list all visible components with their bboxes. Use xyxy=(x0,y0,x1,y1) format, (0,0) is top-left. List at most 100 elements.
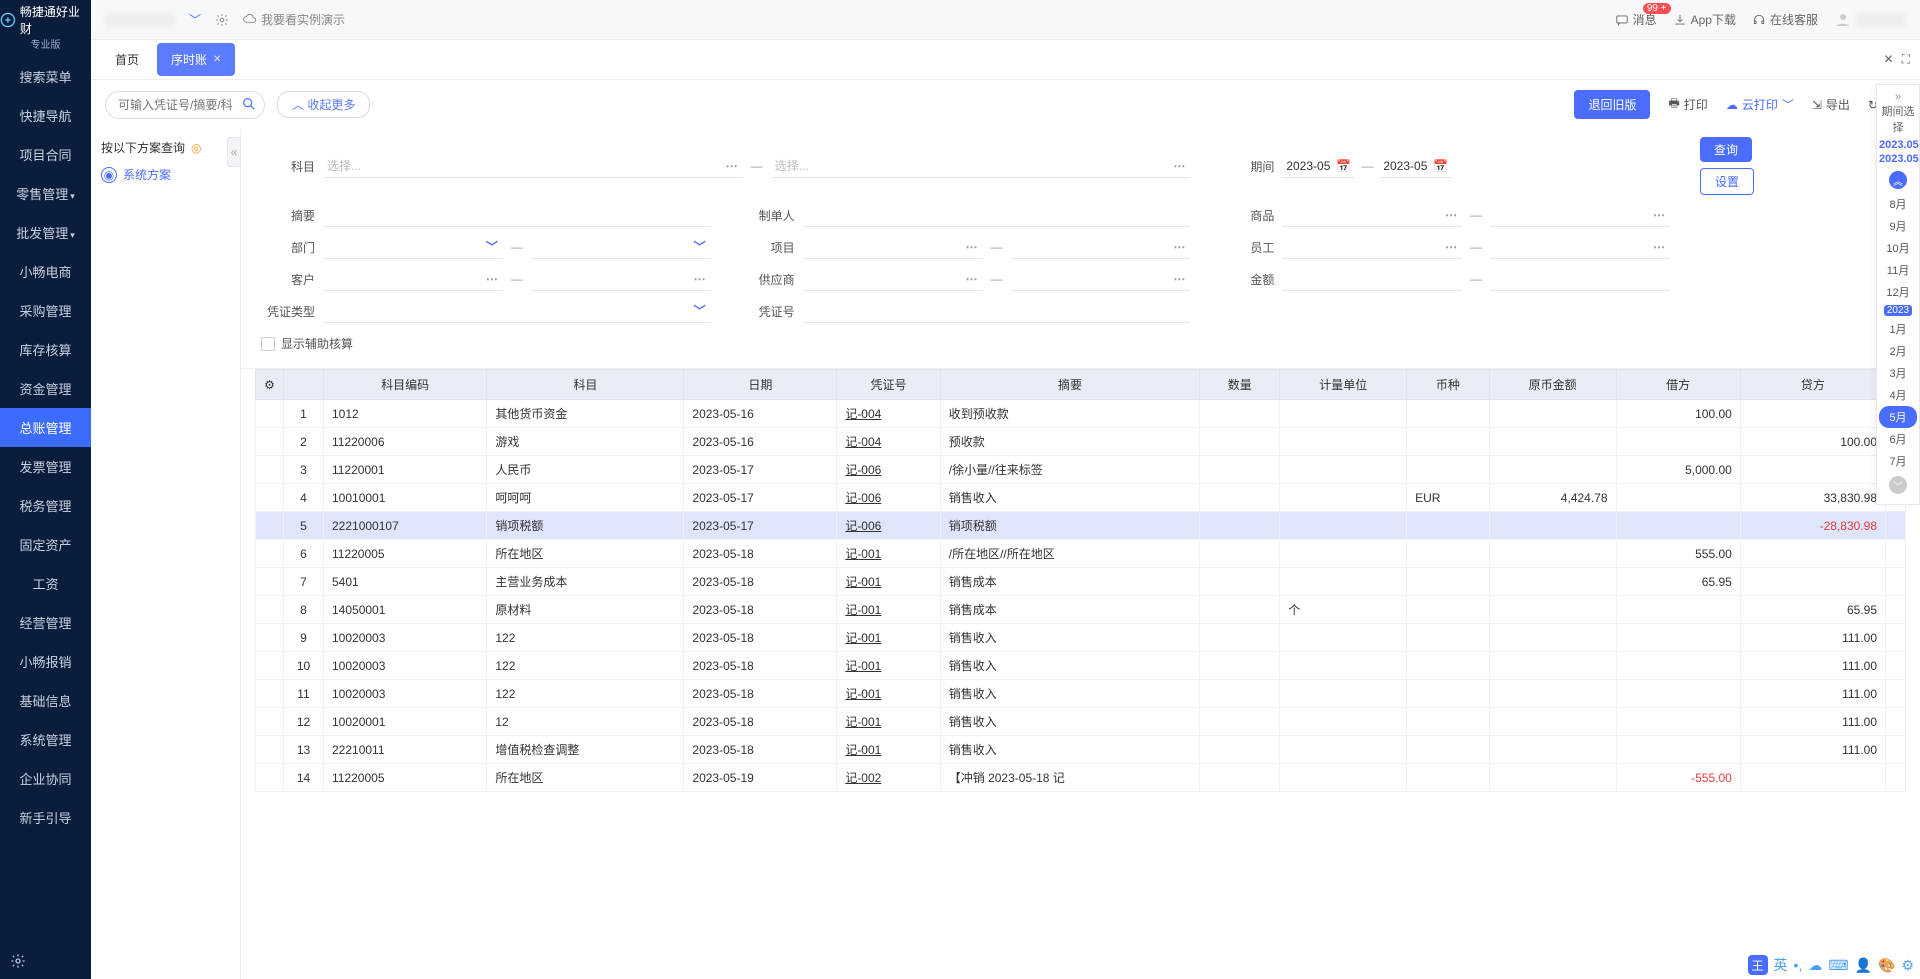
scroll-up-icon[interactable]: ︽ xyxy=(1889,171,1907,189)
ime-cloud-icon[interactable]: ☁ xyxy=(1808,957,1822,974)
month-option[interactable]: 5月 xyxy=(1879,406,1917,428)
table-row[interactable]: 11100200031222023-05-18记-001销售收入111.00 xyxy=(256,680,1906,708)
chevron-down-icon[interactable]: ﹀ xyxy=(189,11,201,28)
sidebar-item-6[interactable]: 采购管理 xyxy=(0,291,91,330)
employee-from-input[interactable]: ⋯ xyxy=(1282,235,1462,259)
voucher-link[interactable]: 记-004 xyxy=(845,435,881,449)
cloud-print-button[interactable]: ☁云打印﹀ xyxy=(1726,96,1794,113)
month-option[interactable]: 7月 xyxy=(1879,450,1917,472)
sidebar-item-17[interactable]: 系统管理 xyxy=(0,720,91,759)
customer-to-input[interactable]: ⋯ xyxy=(531,267,711,291)
subject-from-input[interactable]: 选择...⋯ xyxy=(323,154,743,178)
voucher-link[interactable]: 记-006 xyxy=(845,463,881,477)
subject-to-input[interactable]: 选择...⋯ xyxy=(771,154,1191,178)
month-option[interactable]: 2月 xyxy=(1879,340,1917,362)
period-to-input[interactable]: 2023-05📅 xyxy=(1379,154,1452,178)
export-button[interactable]: ⇲导出 xyxy=(1812,96,1850,113)
system-scheme-item[interactable]: ◉ 系统方案 xyxy=(101,166,230,183)
table-row[interactable]: 611220005所在地区2023-05-18记-001/所在地区//所在地区5… xyxy=(256,540,1906,568)
amount-to-input[interactable] xyxy=(1490,267,1670,291)
user-menu[interactable] xyxy=(1834,11,1906,29)
sidebar-item-11[interactable]: 税务管理 xyxy=(0,486,91,525)
table-row[interactable]: 75401主营业务成本2023-05-18记-001销售成本65.95 xyxy=(256,568,1906,596)
collapse-more-button[interactable]: ︿ 收起更多 xyxy=(277,91,370,118)
sidebar-item-16[interactable]: 基础信息 xyxy=(0,681,91,720)
customer-from-input[interactable]: ⋯ xyxy=(323,267,503,291)
voucher-link[interactable]: 记-002 xyxy=(845,771,881,785)
month-option[interactable]: 3月 xyxy=(1879,362,1917,384)
ime-wang-icon[interactable]: 王 xyxy=(1748,955,1768,975)
table-row[interactable]: 9100200031222023-05-18记-001销售收入111.00 xyxy=(256,624,1906,652)
month-option[interactable]: 6月 xyxy=(1879,428,1917,450)
demo-link[interactable]: 我要看实例演示 xyxy=(243,11,345,28)
amount-from-input[interactable] xyxy=(1282,267,1462,291)
search-icon[interactable] xyxy=(241,96,257,112)
month-option[interactable]: 12月 xyxy=(1879,281,1917,303)
sidebar-item-7[interactable]: 库存核算 xyxy=(0,330,91,369)
ime-lang-icon[interactable]: 英 xyxy=(1774,955,1788,975)
target-icon[interactable]: ◎ xyxy=(191,141,201,155)
close-icon[interactable]: ✕ xyxy=(213,54,221,65)
sidebar-item-8[interactable]: 资金管理 xyxy=(0,369,91,408)
sidebar-item-12[interactable]: 固定资产 xyxy=(0,525,91,564)
sidebar-item-13[interactable]: 工资 xyxy=(0,564,91,603)
sidebar-item-5[interactable]: 小畅电商 xyxy=(0,252,91,291)
voucher-link[interactable]: 记-006 xyxy=(845,519,881,533)
setting-button[interactable]: 设置 xyxy=(1700,168,1754,195)
month-option[interactable]: 8月 xyxy=(1879,193,1917,215)
sidebar-item-3[interactable]: 零售管理▾ xyxy=(0,174,91,213)
table-row[interactable]: 1210020001122023-05-18记-001销售收入111.00 xyxy=(256,708,1906,736)
back-old-button[interactable]: 退回旧版 xyxy=(1574,90,1650,119)
dept-to-input[interactable]: ﹀ xyxy=(531,235,711,259)
sidebar-item-18[interactable]: 企业协同 xyxy=(0,759,91,798)
gear-icon[interactable] xyxy=(215,13,229,27)
aux-accounting-checkbox[interactable]: 显示辅助核算 xyxy=(261,335,1900,352)
sidebar-item-15[interactable]: 小畅报销 xyxy=(0,642,91,681)
sidebar-item-2[interactable]: 项目合同 xyxy=(0,135,91,174)
project-from-input[interactable]: ⋯ xyxy=(803,235,983,259)
supplier-to-input[interactable]: ⋯ xyxy=(1011,267,1191,291)
voucher-link[interactable]: 记-006 xyxy=(845,491,881,505)
sidebar-item-19[interactable]: 新手引导 xyxy=(0,798,91,837)
table-row[interactable]: 311220001人民币2023-05-17记-006/徐小量//往来标签5,0… xyxy=(256,456,1906,484)
dept-from-input[interactable]: ﹀ xyxy=(323,235,503,259)
gear-icon[interactable]: ⚙ xyxy=(264,378,275,392)
sidebar-item-0[interactable]: 搜索菜单 xyxy=(0,57,91,96)
tab-journal[interactable]: 序时账✕ xyxy=(157,43,235,76)
month-option[interactable]: 10月 xyxy=(1879,237,1917,259)
employee-to-input[interactable]: ⋯ xyxy=(1490,235,1670,259)
query-button[interactable]: 查询 xyxy=(1700,137,1752,162)
table-row[interactable]: 52221000107销项税额2023-05-17记-006销项税额-28,83… xyxy=(256,512,1906,540)
download-button[interactable]: App下载 xyxy=(1673,11,1736,28)
month-option[interactable]: 11月 xyxy=(1879,259,1917,281)
collapse-panel-handle[interactable]: « xyxy=(227,137,241,167)
voucher-link[interactable]: 记-001 xyxy=(845,743,881,757)
voucher-type-input[interactable]: ﹀ xyxy=(323,299,711,323)
project-to-input[interactable]: ⋯ xyxy=(1011,235,1191,259)
ime-punct-icon[interactable]: •, xyxy=(1794,957,1803,973)
goods-to-input[interactable]: ⋯ xyxy=(1490,203,1670,227)
sidebar-item-14[interactable]: 经营管理 xyxy=(0,603,91,642)
table-row[interactable]: 11012其他货币资金2023-05-16记-004收到预收款100.00 xyxy=(256,400,1906,428)
voucher-link[interactable]: 记-001 xyxy=(845,547,881,561)
supplier-from-input[interactable]: ⋯ xyxy=(803,267,983,291)
table-row[interactable]: 1322210011增值税检查调整2023-05-18记-001销售收入111.… xyxy=(256,736,1906,764)
print-button[interactable]: 🖶打印 xyxy=(1668,94,1707,115)
table-row[interactable]: 410010001呵呵呵2023-05-17记-006销售收入EUR4,424.… xyxy=(256,484,1906,512)
voucher-link[interactable]: 记-001 xyxy=(845,715,881,729)
tab-home[interactable]: 首页 xyxy=(101,43,153,76)
close-tab-icon[interactable]: ✕ xyxy=(1884,52,1894,67)
preparer-input[interactable] xyxy=(803,203,1191,227)
sidebar-item-9[interactable]: 总账管理 xyxy=(0,408,91,447)
voucher-link[interactable]: 记-001 xyxy=(845,631,881,645)
sidebar-settings[interactable] xyxy=(0,943,91,979)
messages-button[interactable]: 消息 xyxy=(1615,11,1657,28)
scroll-down-icon[interactable]: ﹀ xyxy=(1889,476,1907,494)
fullscreen-icon[interactable]: ⛶ xyxy=(1902,52,1910,67)
month-option[interactable]: 9月 xyxy=(1879,215,1917,237)
ime-keyboard-icon[interactable]: ⌨ xyxy=(1828,957,1848,974)
voucher-link[interactable]: 记-004 xyxy=(845,407,881,421)
ime-skin-icon[interactable]: 🎨 xyxy=(1878,957,1895,974)
month-option[interactable]: 4月 xyxy=(1879,384,1917,406)
month-option[interactable]: 1月 xyxy=(1879,318,1917,340)
